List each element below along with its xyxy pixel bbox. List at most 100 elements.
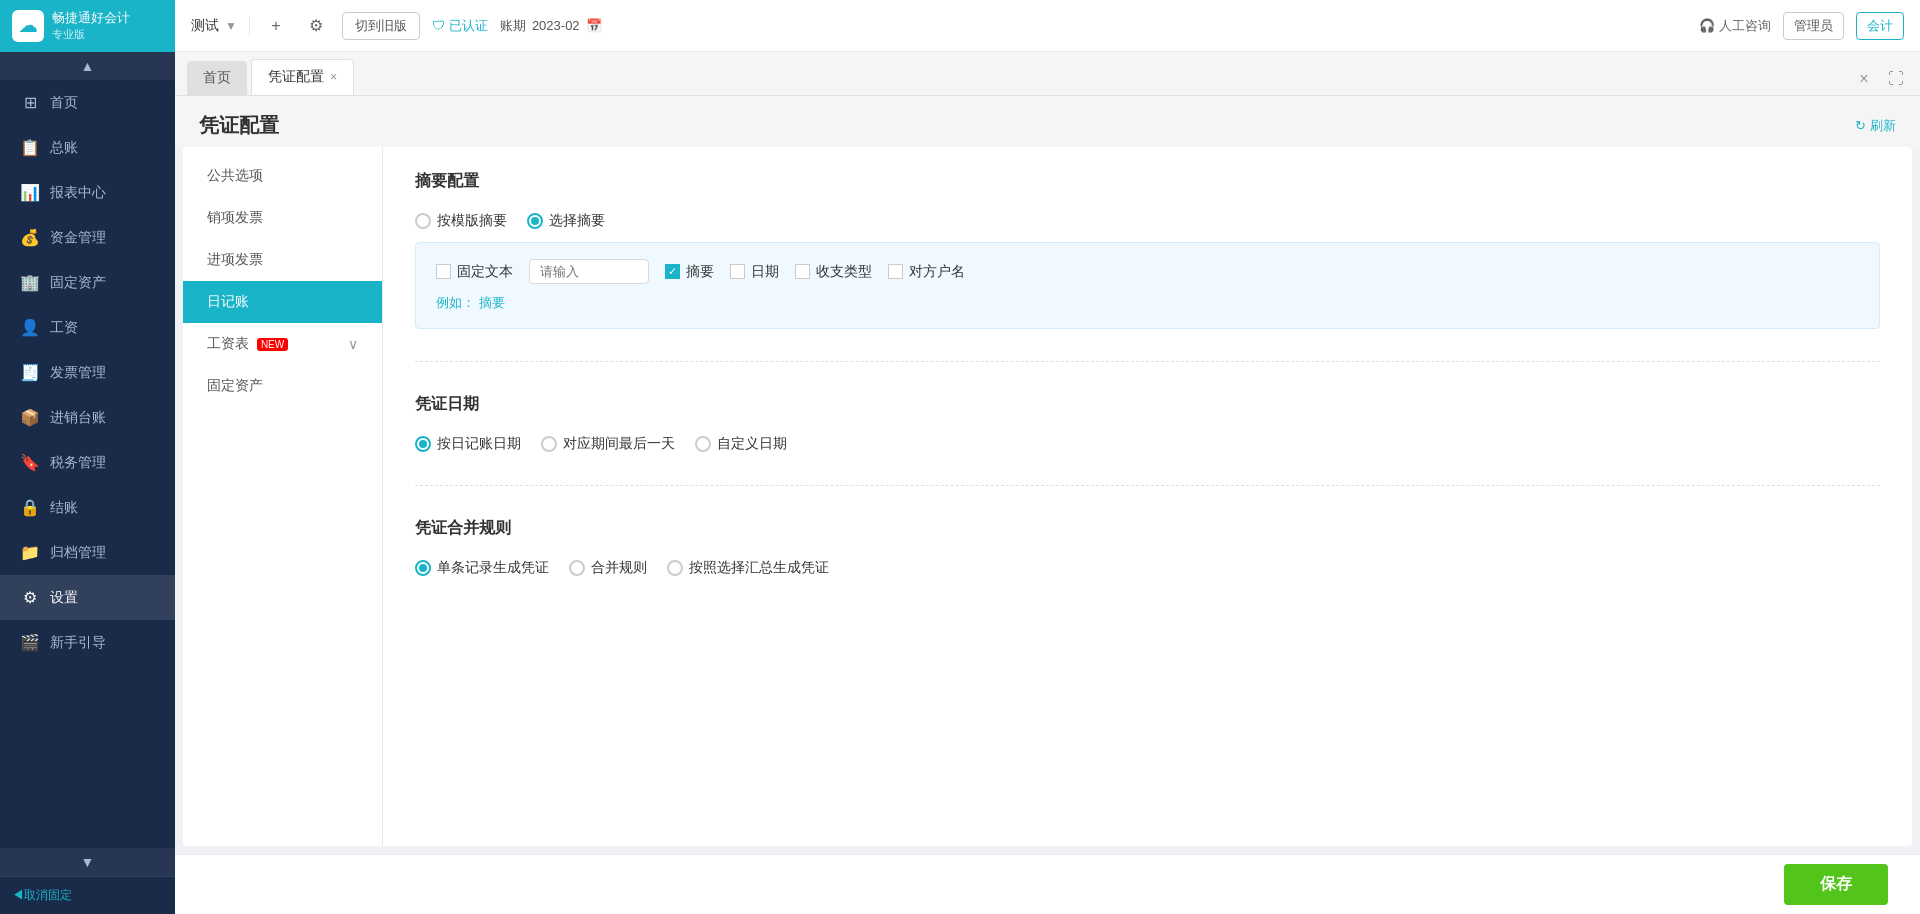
radio-select-merge-input[interactable] [667, 560, 683, 576]
summary-section: 摘要配置 按模版摘要 选择摘要 [415, 171, 1880, 362]
switch-old-button[interactable]: 切到旧版 [342, 12, 420, 40]
merge-title: 凭证合并规则 [415, 518, 1880, 539]
checkbox-summary-input[interactable] [665, 264, 680, 279]
checkbox-date-input[interactable] [730, 264, 745, 279]
checkbox-payment-label: 收支类型 [816, 263, 872, 281]
sidebar-item-label: 首页 [50, 94, 78, 112]
cancel-fixed-label: ◀取消固定 [12, 887, 72, 904]
radio-select-merge[interactable]: 按照选择汇总生成凭证 [667, 559, 829, 577]
sidebar-item-label: 发票管理 [50, 364, 106, 382]
topbar-right: 🎧 人工咨询 管理员 会计 [1699, 12, 1904, 40]
radio-template-label: 按模版摘要 [437, 212, 507, 230]
help-button[interactable]: 🎧 人工咨询 [1699, 17, 1771, 35]
save-button[interactable]: 保存 [1784, 864, 1888, 905]
radio-single-record[interactable]: 单条记录生成凭证 [415, 559, 549, 577]
sidebar-item-reports[interactable]: 📊 报表中心 [0, 170, 175, 215]
sidebar-scroll-up[interactable]: ▲ [0, 52, 175, 80]
sidebar-item-payroll[interactable]: 👤 工资 [0, 305, 175, 350]
sidebar-item-ledger[interactable]: 📋 总账 [0, 125, 175, 170]
sidebar-item-archive[interactable]: 📁 归档管理 [0, 530, 175, 575]
radio-template-input[interactable] [415, 213, 431, 229]
sidebar-item-sales[interactable]: 📦 进销台账 [0, 395, 175, 440]
tab-active-label: 凭证配置 [268, 68, 324, 86]
logo-icon: ☁ [12, 10, 44, 42]
calendar-icon[interactable]: 📅 [586, 18, 602, 33]
sidebar-item-label: 新手引导 [50, 634, 106, 652]
user-button[interactable]: 管理员 [1783, 12, 1844, 40]
merge-radio-group: 单条记录生成凭证 合并规则 按照选择汇总生成凭证 [415, 559, 1880, 577]
checkbox-date-label: 日期 [751, 263, 779, 281]
config-nav-fixed-assets[interactable]: 固定资产 [183, 365, 382, 407]
date-radio-group: 按日记账日期 对应期间最后一天 自定义日期 [415, 435, 1880, 453]
x-icon: × [1859, 70, 1868, 88]
checkbox-row: 固定文本 摘要 日期 [436, 259, 1859, 284]
period-display: 账期 2023-02 📅 [500, 17, 602, 35]
checkbox-fixed-input[interactable] [436, 264, 451, 279]
sidebar-item-label: 固定资产 [50, 274, 106, 292]
checkbox-payment-input[interactable] [795, 264, 810, 279]
tab-voucher-config[interactable]: 凭证配置 × [251, 59, 354, 95]
checkbox-counterpart[interactable]: 对方户名 [888, 263, 965, 281]
close-tab-action[interactable]: × [1852, 67, 1876, 91]
sidebar-item-settings[interactable]: ⚙ 设置 [0, 575, 175, 620]
settings-icon: ⚙ [20, 588, 40, 607]
radio-period-last[interactable]: 对应期间最后一天 [541, 435, 675, 453]
fullscreen-button[interactable]: ⛶ [1884, 67, 1908, 91]
config-nav-payroll-table[interactable]: 工资表 NEW ∨ [183, 323, 382, 365]
company-selector[interactable]: 测试 ▼ [191, 17, 237, 35]
sidebar-item-guide[interactable]: 🎬 新手引导 [0, 620, 175, 665]
checkbox-counterpart-input[interactable] [888, 264, 903, 279]
checkbox-summary[interactable]: 摘要 [665, 263, 714, 281]
sidebar-item-label: 资金管理 [50, 229, 106, 247]
sidebar-item-invoices[interactable]: 🧾 发票管理 [0, 350, 175, 395]
radio-select-input[interactable] [527, 213, 543, 229]
page-title: 凭证配置 [199, 112, 279, 139]
sidebar-item-assets[interactable]: 🏢 固定资产 [0, 260, 175, 305]
config-nav-journal[interactable]: 日记账 [183, 281, 382, 323]
period-value: 2023-02 [532, 18, 580, 33]
radio-custom-date[interactable]: 自定义日期 [695, 435, 787, 453]
config-nav-sales-invoice[interactable]: 销项发票 [183, 197, 382, 239]
radio-select-label: 选择摘要 [549, 212, 605, 230]
radio-journal-date[interactable]: 按日记账日期 [415, 435, 521, 453]
checkbox-payment-type[interactable]: 收支类型 [795, 263, 872, 281]
radio-select-summary[interactable]: 选择摘要 [527, 212, 605, 230]
radio-custom-date-input[interactable] [695, 436, 711, 452]
radio-template-summary[interactable]: 按模版摘要 [415, 212, 507, 230]
sidebar-item-label: 进销台账 [50, 409, 106, 427]
main-content: 测试 ▼ + ⚙ 切到旧版 🛡 已认证 账期 2023-02 📅 🎧 人工咨询 [175, 0, 1920, 914]
checkbox-date[interactable]: 日期 [730, 263, 779, 281]
sidebar-item-tax[interactable]: 🔖 税务管理 [0, 440, 175, 485]
checkbox-fixed-label: 固定文本 [457, 263, 513, 281]
accountant-button[interactable]: 会计 [1856, 12, 1904, 40]
logo-sub: 专业版 [52, 27, 130, 42]
checkbox-fixed-text[interactable]: 固定文本 [436, 263, 513, 281]
sidebar-scroll-down[interactable]: ▼ [0, 848, 175, 876]
assets-icon: 🏢 [20, 273, 40, 292]
radio-merge-rule[interactable]: 合并规则 [569, 559, 647, 577]
radio-single-record-input[interactable] [415, 560, 431, 576]
sidebar-item-funds[interactable]: 💰 资金管理 [0, 215, 175, 260]
cancel-fixed-button[interactable]: ◀取消固定 [0, 876, 175, 914]
config-container: 公共选项 销项发票 进项发票 日记账 工资表 NEW ∨ [183, 147, 1912, 846]
radio-period-last-input[interactable] [541, 436, 557, 452]
config-nav-public[interactable]: 公共选项 [183, 155, 382, 197]
sidebar-item-home[interactable]: ⊞ 首页 [0, 80, 175, 125]
radio-journal-date-input[interactable] [415, 436, 431, 452]
sidebar-item-label: 报表中心 [50, 184, 106, 202]
sidebar-item-close[interactable]: 🔒 结账 [0, 485, 175, 530]
plus-icon: + [271, 17, 280, 35]
refresh-button[interactable]: ↻ 刷新 [1855, 117, 1896, 135]
gear-icon: ⚙ [309, 16, 323, 35]
add-button[interactable]: + [262, 12, 290, 40]
radio-merge-rule-input[interactable] [569, 560, 585, 576]
config-nav-purchase-invoice[interactable]: 进项发票 [183, 239, 382, 281]
page: 凭证配置 ↻ 刷新 公共选项 销项发票 进项发票 日记账 [175, 96, 1920, 914]
tab-home[interactable]: 首页 [187, 61, 247, 95]
sidebar-item-label: 工资 [50, 319, 78, 337]
tab-close-icon[interactable]: × [330, 70, 337, 84]
tabbar: 首页 凭证配置 × × ⛶ [175, 52, 1920, 96]
page-header: 凭证配置 ↻ 刷新 [175, 96, 1920, 147]
settings-button[interactable]: ⚙ [302, 12, 330, 40]
fixed-text-input[interactable] [529, 259, 649, 284]
